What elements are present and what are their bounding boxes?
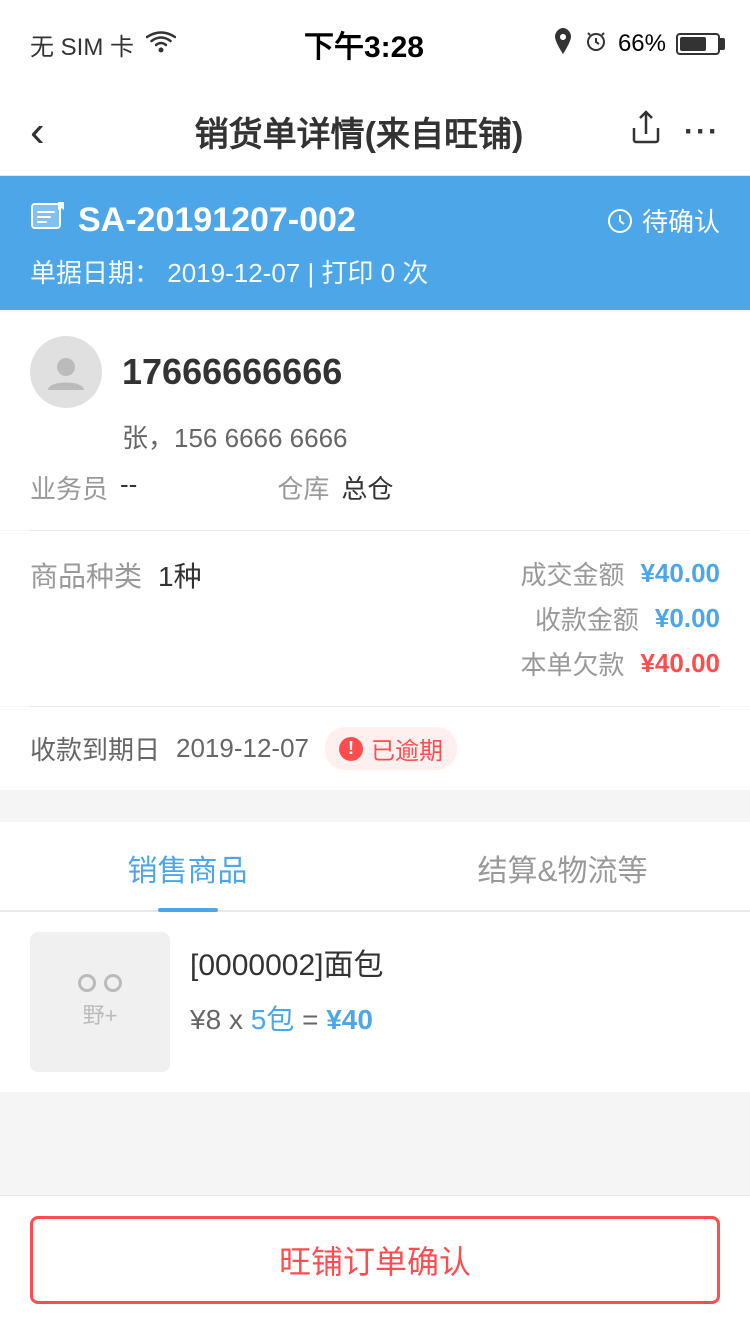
- avatar: [30, 336, 102, 408]
- product-item: 野+ [0000002]面包 ¥8 x 5包 = ¥40: [30, 932, 720, 1072]
- back-button[interactable]: ‹: [30, 107, 90, 157]
- order-id: SA-20191207-002: [30, 200, 356, 241]
- product-name: [0000002]面包: [190, 940, 720, 984]
- page-title: 销货单详情(来自旺铺): [90, 107, 628, 156]
- amount-summary: 成交金额 ¥40.00 收款金额 ¥0.00 本单欠款 ¥40.00: [520, 555, 720, 682]
- received-label: 收款金额: [535, 600, 639, 637]
- confirm-order-button[interactable]: 旺铺订单确认: [30, 1216, 720, 1304]
- bottom-bar: 旺铺订单确认: [0, 1195, 750, 1334]
- owl-eye-left: [78, 974, 96, 992]
- status-left: 无 SIM 卡: [30, 27, 176, 62]
- summary-row: 商品种类 1种 成交金额 ¥40.00 收款金额 ¥0.00 本单欠款 ¥40.…: [30, 555, 720, 682]
- due-date-label: 收款到期日: [30, 730, 160, 767]
- warehouse-value: 总仓: [341, 469, 393, 506]
- location-icon: [552, 28, 574, 61]
- product-type-value: 1种: [158, 555, 202, 595]
- status-time: 下午3:28: [304, 22, 424, 66]
- product-type-label: 商品种类: [30, 555, 142, 595]
- overdue-text: 已逾期: [371, 731, 443, 766]
- warehouse-item: 仓库 总仓: [277, 469, 393, 506]
- order-icon: [30, 200, 66, 241]
- battery-icon: [676, 33, 720, 55]
- due-date-value: 2019-12-07: [176, 733, 309, 764]
- owl-eye-right: [104, 974, 122, 992]
- customer-phone: 17666666666: [122, 351, 342, 393]
- tabs-section: 销售商品 结算&物流等: [0, 822, 750, 912]
- status-bar: 无 SIM 卡 下午3:28 66%: [0, 0, 750, 88]
- multiply-symbol: x: [229, 1004, 243, 1035]
- salesperson-value: --: [120, 469, 137, 506]
- summary-section: 商品种类 1种 成交金额 ¥40.00 收款金额 ¥0.00 本单欠款 ¥40.…: [0, 531, 750, 706]
- customer-name: 张，156 6666 6666: [122, 418, 720, 455]
- product-type: 商品种类 1种: [30, 555, 202, 595]
- debt-row: 本单欠款 ¥40.00: [520, 645, 720, 682]
- transaction-label: 成交金额: [520, 555, 624, 592]
- product-image: 野+: [30, 932, 170, 1072]
- salesperson-item: 业务员 --: [30, 469, 137, 506]
- battery-percentage: 66%: [618, 30, 666, 58]
- received-row: 收款金额 ¥0.00: [535, 600, 720, 637]
- customer-section: 17666666666 张，156 6666 6666 业务员 -- 仓库 总仓: [0, 312, 750, 530]
- customer-row: 17666666666: [30, 336, 720, 408]
- no-sim-label: 无 SIM 卡: [30, 27, 134, 62]
- transaction-value: ¥40.00: [640, 558, 720, 589]
- order-header: SA-20191207-002 待确认 单据日期： 2019-12-07 | 打…: [0, 176, 750, 310]
- debt-value: ¥40.00: [640, 648, 720, 679]
- more-button[interactable]: ···: [684, 115, 720, 149]
- nav-actions: ···: [628, 110, 720, 153]
- order-date: 单据日期： 2019-12-07 | 打印 0 次: [30, 253, 720, 290]
- due-date-section: 收款到期日 2019-12-07 ! 已逾期: [0, 707, 750, 790]
- product-section: 野+ [0000002]面包 ¥8 x 5包 = ¥40: [0, 912, 750, 1092]
- product-info: [0000002]面包 ¥8 x 5包 = ¥40: [190, 932, 720, 1038]
- received-value: ¥0.00: [655, 603, 720, 634]
- tab-sales[interactable]: 销售商品: [0, 822, 375, 910]
- share-button[interactable]: [628, 110, 664, 153]
- alarm-icon: [584, 29, 608, 60]
- equals-symbol: =: [302, 1004, 318, 1035]
- wifi-icon: [146, 29, 176, 60]
- transaction-row: 成交金额 ¥40.00: [520, 555, 720, 592]
- salesperson-label: 业务员: [30, 469, 108, 506]
- tabs-row: 销售商品 结算&物流等: [0, 822, 750, 912]
- order-status: 待确认: [606, 202, 720, 239]
- debt-label: 本单欠款: [520, 645, 624, 682]
- section-divider: [0, 790, 750, 806]
- nav-bar: ‹ 销货单详情(来自旺铺) ···: [0, 88, 750, 176]
- tab-settlement[interactable]: 结算&物流等: [375, 822, 750, 910]
- alert-icon: !: [339, 737, 363, 761]
- overdue-badge: ! 已逾期: [325, 727, 457, 770]
- owl-plus: 野+: [83, 998, 118, 1030]
- status-right: 66%: [552, 28, 720, 61]
- product-quantity: 5包: [251, 1004, 295, 1035]
- customer-meta: 业务员 -- 仓库 总仓: [30, 469, 720, 506]
- product-total: ¥40: [326, 1004, 373, 1035]
- product-price: ¥8: [190, 1004, 221, 1035]
- product-price-row: ¥8 x 5包 = ¥40: [190, 998, 720, 1038]
- warehouse-label: 仓库: [277, 469, 329, 506]
